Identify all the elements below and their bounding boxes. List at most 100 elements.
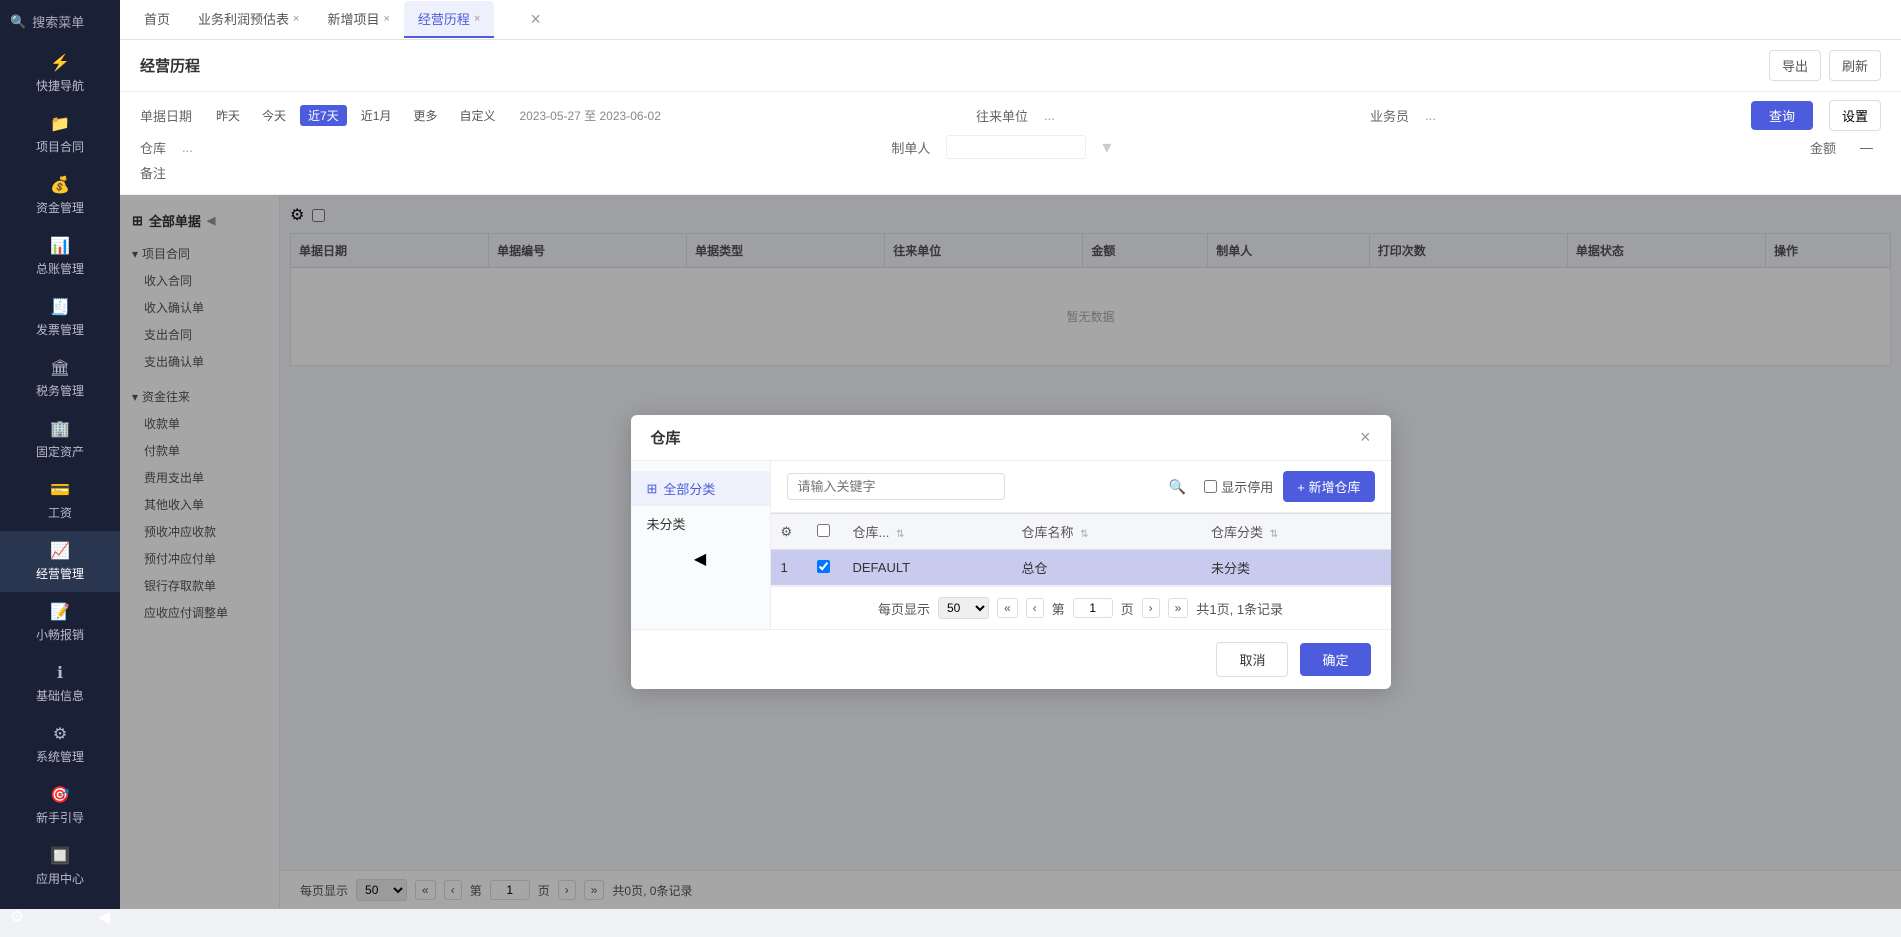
tab-home[interactable]: 首页 [130,1,184,38]
modal-page-input[interactable] [1073,598,1113,618]
sidebar-item-invoice[interactable]: 🧾 发票管理 [0,287,120,348]
date-opt-today[interactable]: 今天 [254,105,294,126]
th-modal-name: 仓库名称 ⇅ [1011,514,1201,550]
sidebar-item-assets[interactable]: 🏢 固定资产 [0,409,120,470]
modal-table: ⚙ 仓库... ⇅ 仓库名称 ⇅ 仓库分类 ⇅ 1 [771,513,1391,586]
counterparty-label: 往来单位 [976,106,1028,125]
sidebar-item-label: 新手引导 [36,809,84,826]
warehouse-dots[interactable]: ... [182,140,193,155]
modal-page-label: 第 [1052,599,1065,618]
modal-sidebar: ⊞ 全部分类 未分类 ◀ [631,461,771,629]
tab-profit-label: 业务利润预估表 [198,9,289,28]
sidebar-item-appcenter[interactable]: 🔲 应用中心 [0,836,120,897]
salesman-label: 业务员 [1370,106,1409,125]
modal-page-prev[interactable]: ‹ [1026,598,1044,618]
modal-confirm-button[interactable]: 确定 [1300,643,1370,676]
sidebar-item-project[interactable]: 📁 项目合同 [0,104,120,165]
modal-per-page-select[interactable]: 50 100 [938,597,989,619]
sidebar-item-tax[interactable]: 🏛 税务管理 [0,348,120,409]
tab-business-history[interactable]: 经营历程 × [404,1,494,38]
modal-main: 🔍 显示停用 + 新增仓库 [771,461,1391,629]
filter-bar: 单据日期 昨天 今天 近7天 近1月 更多 自定义 2023-05-27 至 2… [120,92,1901,195]
tab-new-project-close[interactable]: × [383,13,389,25]
sidebar-item-marketing[interactable]: 📝 小畅报销 [0,592,120,653]
date-opt-more[interactable]: 更多 [405,105,445,126]
sidebar-item-system[interactable]: ⚙ 系统管理 [0,714,120,775]
modal-sidebar-unclassified[interactable]: 未分类 [631,506,770,541]
counterparty-dots[interactable]: ... [1044,108,1055,123]
settings-filter-button[interactable]: 设置 [1829,100,1881,131]
all-categories-label: 全部分类 [663,479,715,498]
tab-new-project[interactable]: 新增项目 × [313,1,403,38]
modal-sidebar-collapse-btn[interactable]: ◀ [631,541,770,577]
modal-page-unit: 页 [1121,599,1134,618]
tab-business-history-close[interactable]: × [474,13,480,25]
warehouse-label: 仓库 [140,138,166,157]
modal-per-page-label: 每页显示 [878,599,930,618]
sidebar-item-quick-nav[interactable]: ⚡ 快捷导航 [0,43,120,104]
row-category: 未分类 [1201,550,1391,586]
creator-label: 制单人 [891,138,930,157]
modal-total: 共1页, 1条记录 [1196,599,1283,618]
sidebar-item-salary[interactable]: 💳 工资 [0,470,120,531]
tab-profit[interactable]: 业务利润预估表 × [184,1,313,38]
modal-toolbar: 🔍 显示停用 + 新增仓库 [771,461,1391,513]
add-warehouse-button[interactable]: + 新增仓库 [1283,471,1374,502]
modal-cancel-button[interactable]: 取消 [1216,642,1288,677]
quick-nav-icon: ⚡ [50,53,70,73]
refresh-button[interactable]: 刷新 [1829,50,1881,81]
sidebar-item-label: 小畅报销 [36,626,84,643]
date-opt-yesterday[interactable]: 昨天 [208,105,248,126]
basic-icon: ℹ [57,663,63,683]
content-area: ⊞ 全部单据 ◀ ▾ 项目合同 收入合同 收入确认单 支出合同 支出确认单 ▾ … [120,195,1901,909]
project-icon: 📁 [50,114,70,134]
main-area: 首页 业务利润预估表 × 新增项目 × 经营历程 × × 经营历程 导出 刷新 … [120,0,1901,909]
modal-header: 仓库 × [631,415,1391,461]
modal-search-input[interactable] [787,473,1005,500]
th-modal-code: 仓库... ⇅ [843,514,1012,550]
date-opt-7days[interactable]: 近7天 [300,105,347,126]
date-opt-1month[interactable]: 近1月 [353,105,400,126]
salesman-dots[interactable]: ... [1425,108,1436,123]
tab-profit-close[interactable]: × [293,13,299,25]
settings-icon[interactable]: ⚙ [10,907,24,927]
modal-table-row[interactable]: 1 DEFAULT 总仓 未分类 [771,550,1391,586]
invoice-icon: 🧾 [50,297,70,317]
newcomer-icon: 🎯 [50,785,70,805]
show-disabled-label[interactable]: 显示停用 [1204,477,1273,496]
show-disabled-text: 显示停用 [1221,477,1273,496]
fund-icon: 💰 [50,175,70,195]
sidebar-item-business[interactable]: 📈 经营管理 [0,531,120,592]
sidebar-item-newcomer[interactable]: 🎯 新手引导 [0,775,120,836]
sidebar-item-basic[interactable]: ℹ 基础信息 [0,653,120,714]
assets-icon: 🏢 [50,419,70,439]
modal-table-select-all[interactable] [817,524,830,537]
sidebar-item-label: 总账管理 [36,260,84,277]
sidebar-item-label: 资金管理 [36,199,84,216]
modal-page-next[interactable]: › [1142,598,1160,618]
sidebar-item-fund[interactable]: 💰 资金管理 [0,165,120,226]
sidebar-search[interactable]: 🔍 搜索菜单 [0,0,120,43]
row-checkbox[interactable] [807,550,843,586]
modal-page-last[interactable]: » [1168,598,1189,618]
modal-pagination: 每页显示 50 100 « ‹ 第 页 › » 共 [771,586,1391,629]
export-button[interactable]: 导出 [1769,50,1821,81]
sidebar-item-label: 系统管理 [36,748,84,765]
tab-bar-close[interactable]: × [530,9,541,30]
date-opt-custom[interactable]: 自定义 [451,105,503,126]
th-modal-category: 仓库分类 ⇅ [1201,514,1391,550]
modal-table-area: ⚙ 仓库... ⇅ 仓库名称 ⇅ 仓库分类 ⇅ 1 [771,513,1391,586]
th-modal-settings[interactable]: ⚙ [771,514,807,550]
modal-page-first[interactable]: « [997,598,1018,618]
show-disabled-checkbox[interactable] [1204,480,1217,493]
sidebar-collapse-icon[interactable]: ◀ [98,907,110,927]
sidebar-bottom: ⚙ ◀ [0,897,120,937]
modal-sidebar-all-categories[interactable]: ⊞ 全部分类 [631,471,770,506]
sidebar: 🔍 搜索菜单 ⚡ 快捷导航 📁 项目合同 💰 资金管理 📊 总账管理 🧾 发票管… [0,0,120,909]
amount-label: 金额 [1810,138,1836,157]
modal-close-button[interactable]: × [1360,427,1371,448]
sidebar-item-ledger[interactable]: 📊 总账管理 [0,226,120,287]
filter-row-3: 备注 [140,163,1881,182]
query-button[interactable]: 查询 [1751,101,1813,130]
modal-table-header: ⚙ 仓库... ⇅ 仓库名称 ⇅ 仓库分类 ⇅ [771,514,1391,550]
